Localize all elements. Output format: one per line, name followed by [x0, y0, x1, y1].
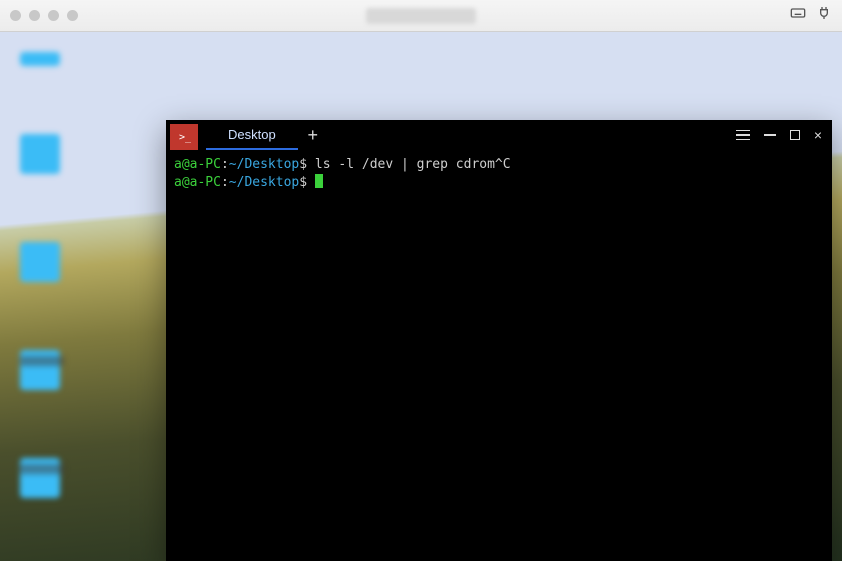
svg-text:>_: >_	[179, 132, 192, 143]
traffic-close[interactable]	[10, 10, 21, 21]
titlebar-title-blur	[366, 8, 476, 24]
terminal-tabbar: >_ Desktop + ×	[166, 120, 832, 150]
maximize-button[interactable]	[790, 130, 800, 140]
prompt-sep: :	[221, 157, 229, 172]
terminal-window-controls: ×	[726, 120, 832, 150]
prompt-dollar: $	[299, 157, 315, 172]
terminal-tab-active[interactable]: Desktop	[206, 120, 298, 150]
terminal-cursor	[315, 174, 323, 188]
desktop[interactable]: >_ Desktop + × a@a-PC:~/Desktop$ ls -l /…	[0, 32, 842, 561]
desktop-folder-icon[interactable]	[20, 350, 60, 390]
traffic-min[interactable]	[29, 10, 40, 21]
window-traffic-lights[interactable]	[10, 10, 78, 21]
prompt-path: ~/Desktop	[229, 157, 299, 172]
terminal-command-text: ls -l /dev | grep cdrom^C	[315, 157, 511, 172]
desktop-folder-icon[interactable]	[20, 52, 60, 66]
prompt-user: a@a-PC	[174, 175, 221, 190]
terminal-new-tab-button[interactable]: +	[298, 120, 328, 150]
prompt-dollar: $	[299, 175, 315, 190]
close-button[interactable]: ×	[814, 128, 822, 142]
desktop-icons-column	[20, 52, 60, 498]
power-plug-icon[interactable]	[816, 5, 832, 26]
traffic-max[interactable]	[48, 10, 59, 21]
hamburger-menu-icon[interactable]	[736, 130, 750, 141]
terminal-tab-label: Desktop	[228, 127, 276, 142]
minimize-button[interactable]	[764, 134, 776, 136]
traffic-extra	[67, 10, 78, 21]
keyboard-icon[interactable]	[790, 5, 806, 26]
prompt-path: ~/Desktop	[229, 175, 299, 190]
prompt-sep: :	[221, 175, 229, 190]
desktop-folder-icon[interactable]	[20, 458, 60, 498]
prompt-user: a@a-PC	[174, 157, 221, 172]
desktop-folder-icon[interactable]	[20, 242, 60, 282]
desktop-folder-icon[interactable]	[20, 134, 60, 174]
terminal-body[interactable]: a@a-PC:~/Desktop$ ls -l /dev | grep cdro…	[166, 150, 832, 561]
os-titlebar	[0, 0, 842, 32]
terminal-window[interactable]: >_ Desktop + × a@a-PC:~/Desktop$ ls -l /…	[166, 120, 832, 561]
terminal-app-icon[interactable]: >_	[170, 124, 198, 150]
